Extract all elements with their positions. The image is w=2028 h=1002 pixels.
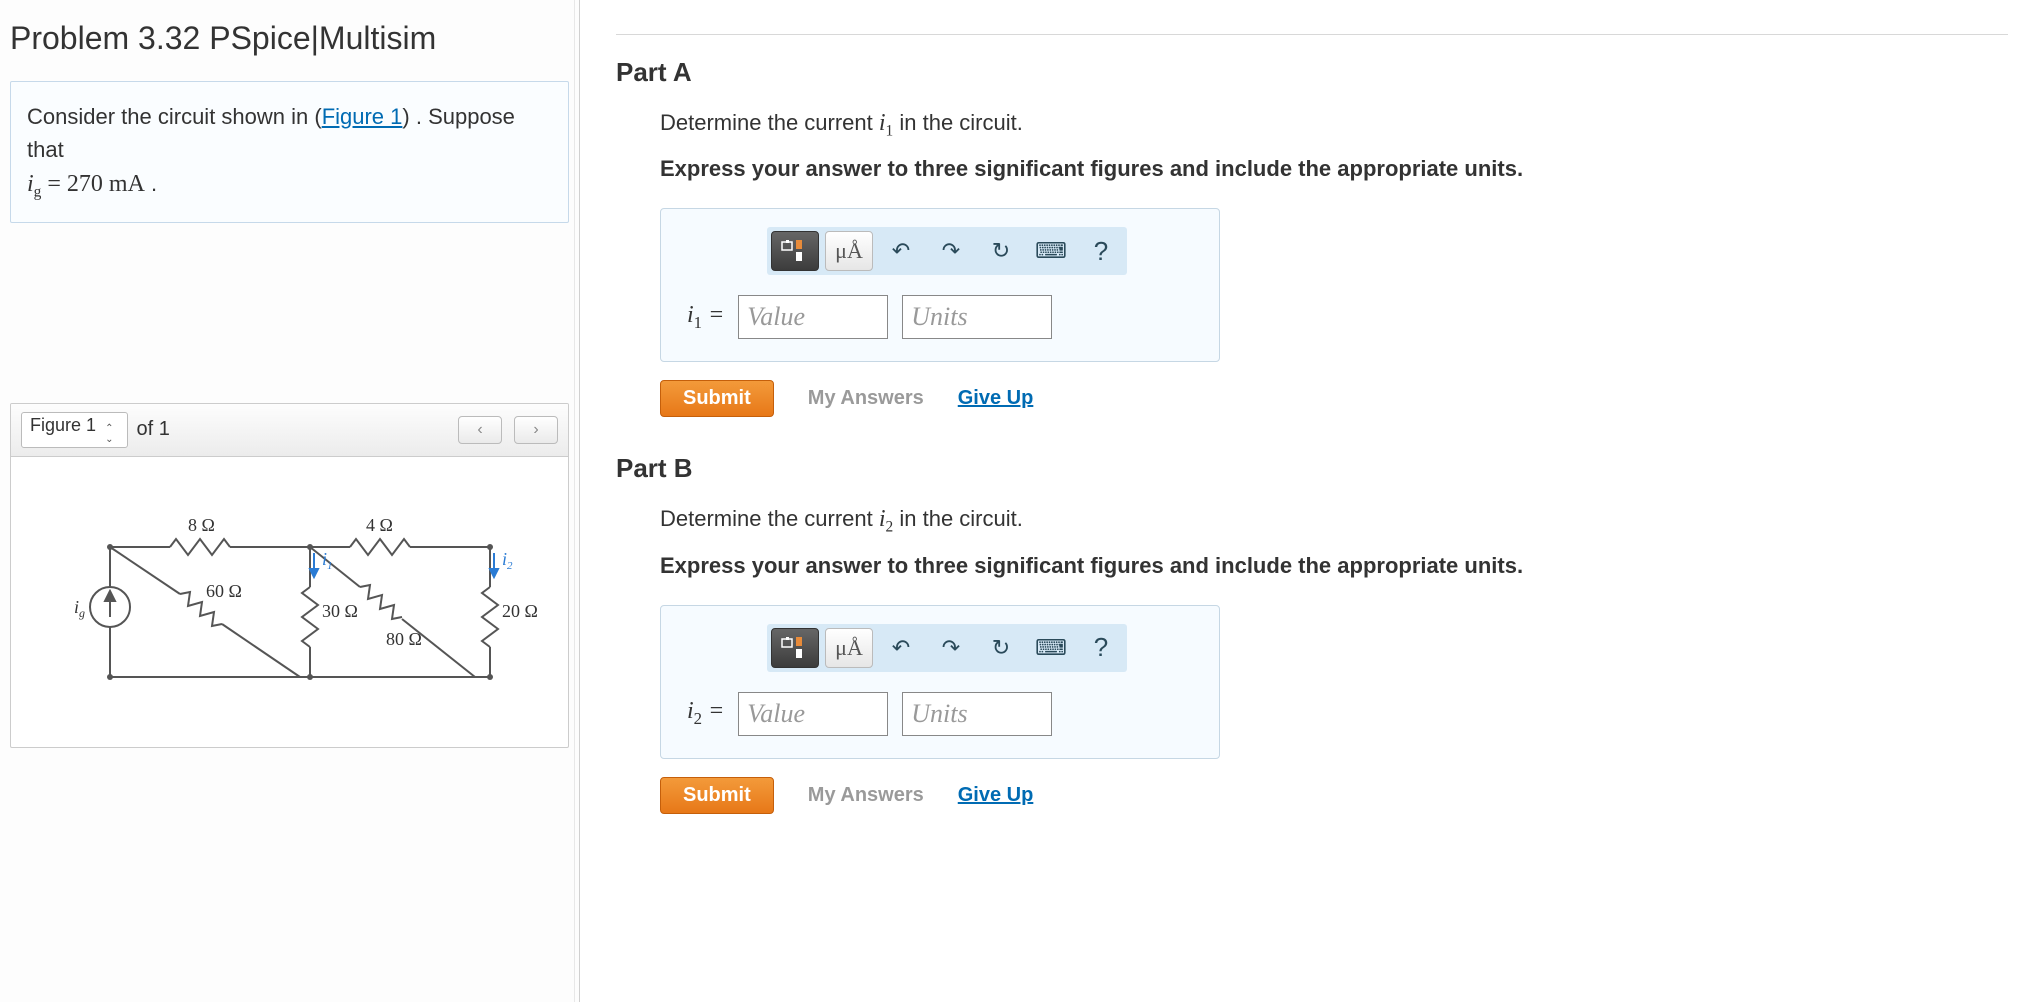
part-b-prompt-pre: Determine the current <box>660 506 879 531</box>
part-b-answer-line: i2 = <box>687 692 1193 736</box>
reset-button[interactable]: ↻ <box>979 629 1023 667</box>
part-a-answer-box: μÅ ↶ ↷ ↻ ⌨ ? i1 = <box>660 208 1220 362</box>
templates-button[interactable] <box>771 231 819 271</box>
figure-prev-button[interactable]: ‹ <box>458 416 502 444</box>
svg-text:4 Ω: 4 Ω <box>366 515 393 535</box>
part-a-units-input[interactable] <box>902 295 1052 339</box>
part-b-my-answers[interactable]: My Answers <box>808 784 924 807</box>
part-b-value-input[interactable] <box>738 692 888 736</box>
part-a-instruct: Express your answer to three significant… <box>660 156 2008 182</box>
problem-statement: Consider the circuit shown in (Figure 1)… <box>10 81 569 223</box>
part-a-submit-button[interactable]: Submit <box>660 380 774 417</box>
part-a-prompt-pre: Determine the current <box>660 110 879 135</box>
reset-button[interactable]: ↻ <box>979 232 1023 270</box>
units-button[interactable]: μÅ <box>825 231 873 271</box>
part-b-answer-label: i2 = <box>687 698 724 729</box>
part-a-value-input[interactable] <box>738 295 888 339</box>
var-ig: i <box>27 171 34 197</box>
help-button[interactable]: ? <box>1079 232 1123 270</box>
part-b-prompt-post: in the circuit. <box>893 506 1023 531</box>
part-b-body: Determine the current i2 in the circuit.… <box>616 506 2008 813</box>
figure-header: Figure 1 ⌃⌄ of 1 ‹ › <box>11 404 568 457</box>
part-a-answer-line: i1 = <box>687 295 1193 339</box>
part-a-submit-row: Submit My Answers Give Up <box>660 380 2008 417</box>
units-button[interactable]: μÅ <box>825 628 873 668</box>
templates-icon <box>780 240 810 262</box>
part-a-give-up-link[interactable]: Give Up <box>958 387 1034 410</box>
svg-text:80 Ω: 80 Ω <box>386 629 422 649</box>
period: . <box>145 171 157 196</box>
figure-of: of 1 <box>136 418 169 441</box>
intro-text-pre: Consider the circuit shown in ( <box>27 104 322 129</box>
figure-panel: Figure 1 ⌃⌄ of 1 ‹ › <box>10 403 569 748</box>
part-b-instruct: Express your answer to three significant… <box>660 553 2008 579</box>
undo-button[interactable]: ↶ <box>879 629 923 667</box>
part-a-title: Part A <box>616 57 2008 88</box>
left-panel: Problem 3.32 PSpice|Multisim Consider th… <box>0 0 580 1002</box>
redo-button[interactable]: ↷ <box>929 232 973 270</box>
eq-text: = 270 <box>41 171 109 197</box>
right-panel: Part A Determine the current i1 in the c… <box>580 0 2028 1002</box>
top-divider <box>616 34 2008 35</box>
part-a-prompt: Determine the current i1 in the circuit. <box>660 110 2008 140</box>
part-b-title: Part B <box>616 453 2008 484</box>
part-b-answer-box: μÅ ↶ ↷ ↻ ⌨ ? i2 = <box>660 605 1220 759</box>
part-a-body: Determine the current i1 in the circuit.… <box>616 110 2008 417</box>
redo-button[interactable]: ↷ <box>929 629 973 667</box>
part-b-units-input[interactable] <box>902 692 1052 736</box>
svg-text:8 Ω: 8 Ω <box>188 515 215 535</box>
keyboard-button[interactable]: ⌨ <box>1029 232 1073 270</box>
units-text: mA <box>109 171 145 197</box>
svg-text:ig: ig <box>74 597 85 620</box>
svg-text:20 Ω: 20 Ω <box>502 601 538 621</box>
part-b-submit-row: Submit My Answers Give Up <box>660 777 2008 814</box>
figure-selector[interactable]: Figure 1 ⌃⌄ <box>21 412 128 448</box>
svg-text:60 Ω: 60 Ω <box>206 581 242 601</box>
figure-spinner-icon: ⌃⌄ <box>105 423 113 445</box>
figure-index: 1 <box>86 415 96 435</box>
part-a-var: i <box>879 110 886 136</box>
part-b-submit-button[interactable]: Submit <box>660 777 774 814</box>
templates-button[interactable] <box>771 628 819 668</box>
part-a-my-answers[interactable]: My Answers <box>808 387 924 410</box>
svg-text:i2: i2 <box>502 549 513 572</box>
figure-nav: ‹ › <box>458 416 558 444</box>
svg-text:30 Ω: 30 Ω <box>322 601 358 621</box>
part-b-var: i <box>879 506 886 532</box>
panel-divider <box>574 0 575 1002</box>
part-b-prompt: Determine the current i2 in the circuit. <box>660 506 2008 536</box>
part-a-toolbar: μÅ ↶ ↷ ↻ ⌨ ? <box>767 227 1127 275</box>
undo-button[interactable]: ↶ <box>879 232 923 270</box>
figure-next-button[interactable]: › <box>514 416 558 444</box>
problem-title: Problem 3.32 PSpice|Multisim <box>10 20 569 57</box>
svg-text:i1: i1 <box>322 549 333 572</box>
figure-body: ig 8 Ω 4 Ω 60 Ω 30 Ω 80 Ω 20 Ω i1 i2 <box>11 457 568 747</box>
part-b-toolbar: μÅ ↶ ↷ ↻ ⌨ ? <box>767 624 1127 672</box>
figure-link[interactable]: Figure 1 <box>322 104 403 129</box>
templates-icon <box>780 637 810 659</box>
part-a-prompt-post: in the circuit. <box>893 110 1023 135</box>
keyboard-button[interactable]: ⌨ <box>1029 629 1073 667</box>
figure-label: Figure <box>30 415 81 435</box>
part-a-answer-label: i1 = <box>687 302 724 333</box>
part-b-give-up-link[interactable]: Give Up <box>958 784 1034 807</box>
help-button[interactable]: ? <box>1079 629 1123 667</box>
circuit-diagram: ig 8 Ω 4 Ω 60 Ω 30 Ω 80 Ω 20 Ω i1 i2 <box>30 487 550 727</box>
